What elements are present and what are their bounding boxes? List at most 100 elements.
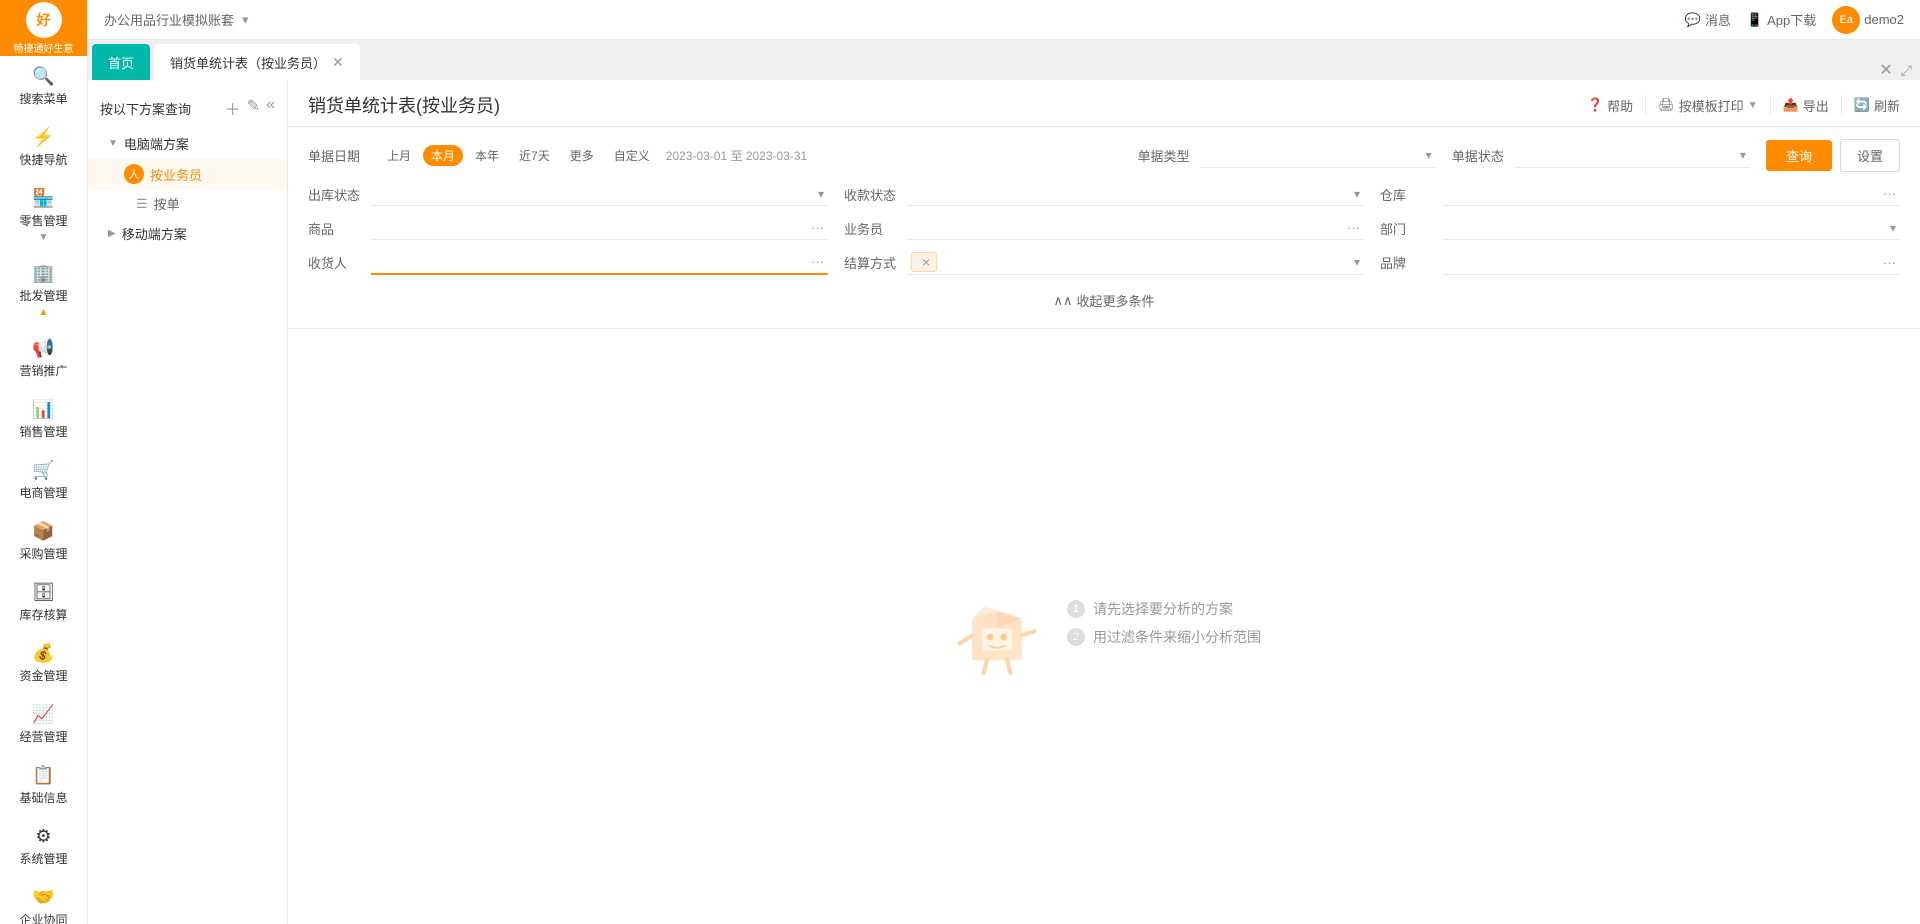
date-btn-last-month[interactable]: 上月 <box>379 145 419 166</box>
sidebar-item-ecommerce[interactable]: 🛒 电商管理 <box>0 450 87 511</box>
user-profile[interactable]: Ea demo2 <box>1832 6 1904 34</box>
tree-arrow-right: ▶ <box>108 228 116 239</box>
receiver-label: 收货人 <box>308 253 363 272</box>
help-icon: ❓ <box>1587 97 1603 113</box>
sidebar-item-marketing[interactable]: 📢 营销推广 <box>0 328 87 389</box>
sub-item-by-order[interactable]: ☰ 按单 <box>88 189 287 218</box>
tab-sales-label: 销货单统计表（按业务员） <box>170 53 326 72</box>
brand-input[interactable]: ··· <box>1443 251 1900 275</box>
tab-sales-stats[interactable]: 销货单统计表（按业务员） ✕ <box>154 44 360 80</box>
filter-row-4: 收货人 ··· 结算方式 × ▾ <box>308 250 1900 275</box>
inventory-icon: 🗄 <box>32 582 55 603</box>
system-icon: ⚙ <box>35 826 51 847</box>
enterprise-icon: 🤝 <box>32 887 54 908</box>
settings-button[interactable]: 设置 <box>1840 139 1900 172</box>
department-select[interactable]: ▾ <box>1443 216 1900 240</box>
help-button[interactable]: ❓ 帮助 <box>1587 96 1633 115</box>
app-download-button[interactable]: 📱 App下载 <box>1747 10 1816 29</box>
tab-home-label: 首页 <box>108 53 134 72</box>
sidebar-item-operations[interactable]: 📈 经营管理 <box>0 694 87 755</box>
sidebar-item-wholesale[interactable]: 🏢 批发管理 ▲ <box>0 253 87 328</box>
sidebar-item-finance[interactable]: 💰 资金管理 <box>0 633 87 694</box>
sidebar-item-shortcuts[interactable]: ⚡ 快捷导航 <box>0 117 87 178</box>
stock-status-cell: 出库状态 ▾ <box>308 182 828 206</box>
voucher-status-select[interactable]: ▾ <box>1515 144 1750 168</box>
settlement-tag-close[interactable]: × <box>922 254 930 270</box>
query-button[interactable]: 查询 <box>1766 140 1832 171</box>
empty-step2: 2 用过滤条件来缩小分析范围 <box>1067 627 1261 647</box>
sidebar-item-retail[interactable]: 🏪 零售管理 ▼ <box>0 178 87 253</box>
sidebar-item-inventory[interactable]: 🗄 库存核算 <box>0 572 87 633</box>
page-title: 销货单统计表(按业务员) <box>308 92 500 118</box>
collapse-arrow-icon: ∧∧ <box>1053 293 1072 309</box>
sidebar-item-label: 零售管理 <box>19 212 67 229</box>
voucher-type-select[interactable]: ▾ <box>1200 144 1435 168</box>
receiver-input[interactable]: ··· <box>371 251 828 275</box>
product-label: 商品 <box>308 219 363 238</box>
filter-row-2: 出库状态 ▾ 收款状态 ▾ 仓库 <box>308 182 1900 206</box>
tab-maximize-icon[interactable]: ⤢ <box>1901 62 1912 79</box>
salesman-input[interactable]: ··· <box>907 216 1364 240</box>
brand-label: 品牌 <box>1380 253 1435 272</box>
phone-icon: 📱 <box>1747 12 1763 28</box>
collapse-label: 收起更多条件 <box>1077 291 1155 310</box>
app-download-label: App下载 <box>1767 10 1816 29</box>
filter-row-3: 商品 ··· 业务员 ··· 部门 ▾ <box>308 216 1900 240</box>
message-label: 消息 <box>1705 10 1731 29</box>
sidebar-item-basic[interactable]: 📋 基础信息 <box>0 755 87 816</box>
tree-arrow-down: ▼ <box>108 138 118 149</box>
sidebar-item-label: 系统管理 <box>19 850 67 867</box>
message-icon: 💬 <box>1685 12 1701 28</box>
right-panel: 销货单统计表(按业务员) ❓ 帮助 🖨 按模板打印 ▼ 📤 <box>288 80 1920 924</box>
sidebar-item-enterprise[interactable]: 🤝 企业协同 <box>0 877 87 924</box>
collapse-panel-icon[interactable]: « <box>266 96 275 120</box>
tree-node-mobile[interactable]: ▶ 移动端方案 <box>88 218 287 249</box>
date-btn-this-year[interactable]: 本年 <box>467 145 507 166</box>
add-scheme-icon[interactable]: ＋ <box>225 96 241 120</box>
dropdown-icon[interactable]: ▾ <box>242 12 249 28</box>
voucher-type-cell: 单据类型 ▾ <box>1137 144 1435 168</box>
tree-node-label: 电脑端方案 <box>124 134 189 153</box>
message-button[interactable]: 💬 消息 <box>1685 10 1731 29</box>
sidebar-item-label: 资金管理 <box>19 667 67 684</box>
sidebar-item-system[interactable]: ⚙ 系统管理 <box>0 816 87 877</box>
operations-icon: 📈 <box>32 704 54 725</box>
sidebar-item-label: 销售管理 <box>19 423 67 440</box>
tab-close-window-icon[interactable]: ✕ <box>1879 60 1892 80</box>
sidebar-item-purchase[interactable]: 📦 采购管理 <box>0 511 87 572</box>
payment-status-select[interactable]: ▾ <box>907 182 1364 206</box>
refresh-button[interactable]: 🔄 刷新 <box>1854 96 1900 115</box>
date-btn-more[interactable]: 更多 <box>562 145 602 166</box>
settlement-select[interactable]: × ▾ <box>907 250 1364 275</box>
tab-home[interactable]: 首页 <box>92 44 150 80</box>
export-button[interactable]: 📤 导出 <box>1783 96 1829 115</box>
sidebar-item-label: 搜索菜单 <box>19 90 67 107</box>
product-input[interactable]: ··· <box>371 216 828 240</box>
voucher-type-label: 单据类型 <box>1137 146 1192 165</box>
main-area: 办公用品行业模拟账套 ▾ 💬 消息 📱 App下载 Ea demo2 首页 <box>88 0 1920 924</box>
stock-status-select[interactable]: ▾ <box>371 182 828 206</box>
sidebar-item-label: 营销推广 <box>19 362 67 379</box>
collapse-button[interactable]: ∧∧ 收起更多条件 <box>308 285 1900 316</box>
date-btn-custom[interactable]: 自定义 <box>606 145 658 166</box>
ecommerce-icon: 🛒 <box>32 460 54 481</box>
logo-symbol: 好 <box>37 10 51 30</box>
sidebar-item-search[interactable]: 🔍 搜索菜单 <box>0 56 87 117</box>
print-label: 按模板打印 <box>1679 96 1744 115</box>
voucher-type-chevron: ▾ <box>1426 148 1432 162</box>
avatar: Ea <box>1832 6 1860 34</box>
print-button[interactable]: 🖨 按模板打印 ▼ <box>1658 96 1757 115</box>
voucher-status-label: 单据状态 <box>1452 146 1507 165</box>
payment-status-label: 收款状态 <box>844 185 899 204</box>
warehouse-input[interactable]: ··· <box>1443 182 1900 206</box>
edit-scheme-icon[interactable]: ✎ <box>247 96 260 120</box>
tree-child-salesman[interactable]: 人 按业务员 <box>88 159 287 189</box>
product-cell: 商品 ··· <box>308 216 828 240</box>
date-btn-this-month[interactable]: 本月 <box>423 145 463 166</box>
empty-step1: 1 请先选择要分析的方案 <box>1067 599 1261 619</box>
tab-close-icon[interactable]: ✕ <box>332 54 344 71</box>
sidebar: 好 畅捷通好生意 🔍 搜索菜单 ⚡ 快捷导航 🏪 零售管理 ▼ 🏢 批发管理 ▲… <box>0 0 88 924</box>
date-btn-7days[interactable]: 近7天 <box>511 145 558 166</box>
tree-node-desktop[interactable]: ▼ 电脑端方案 <box>88 128 287 159</box>
sidebar-item-sales[interactable]: 📊 销售管理 <box>0 389 87 450</box>
